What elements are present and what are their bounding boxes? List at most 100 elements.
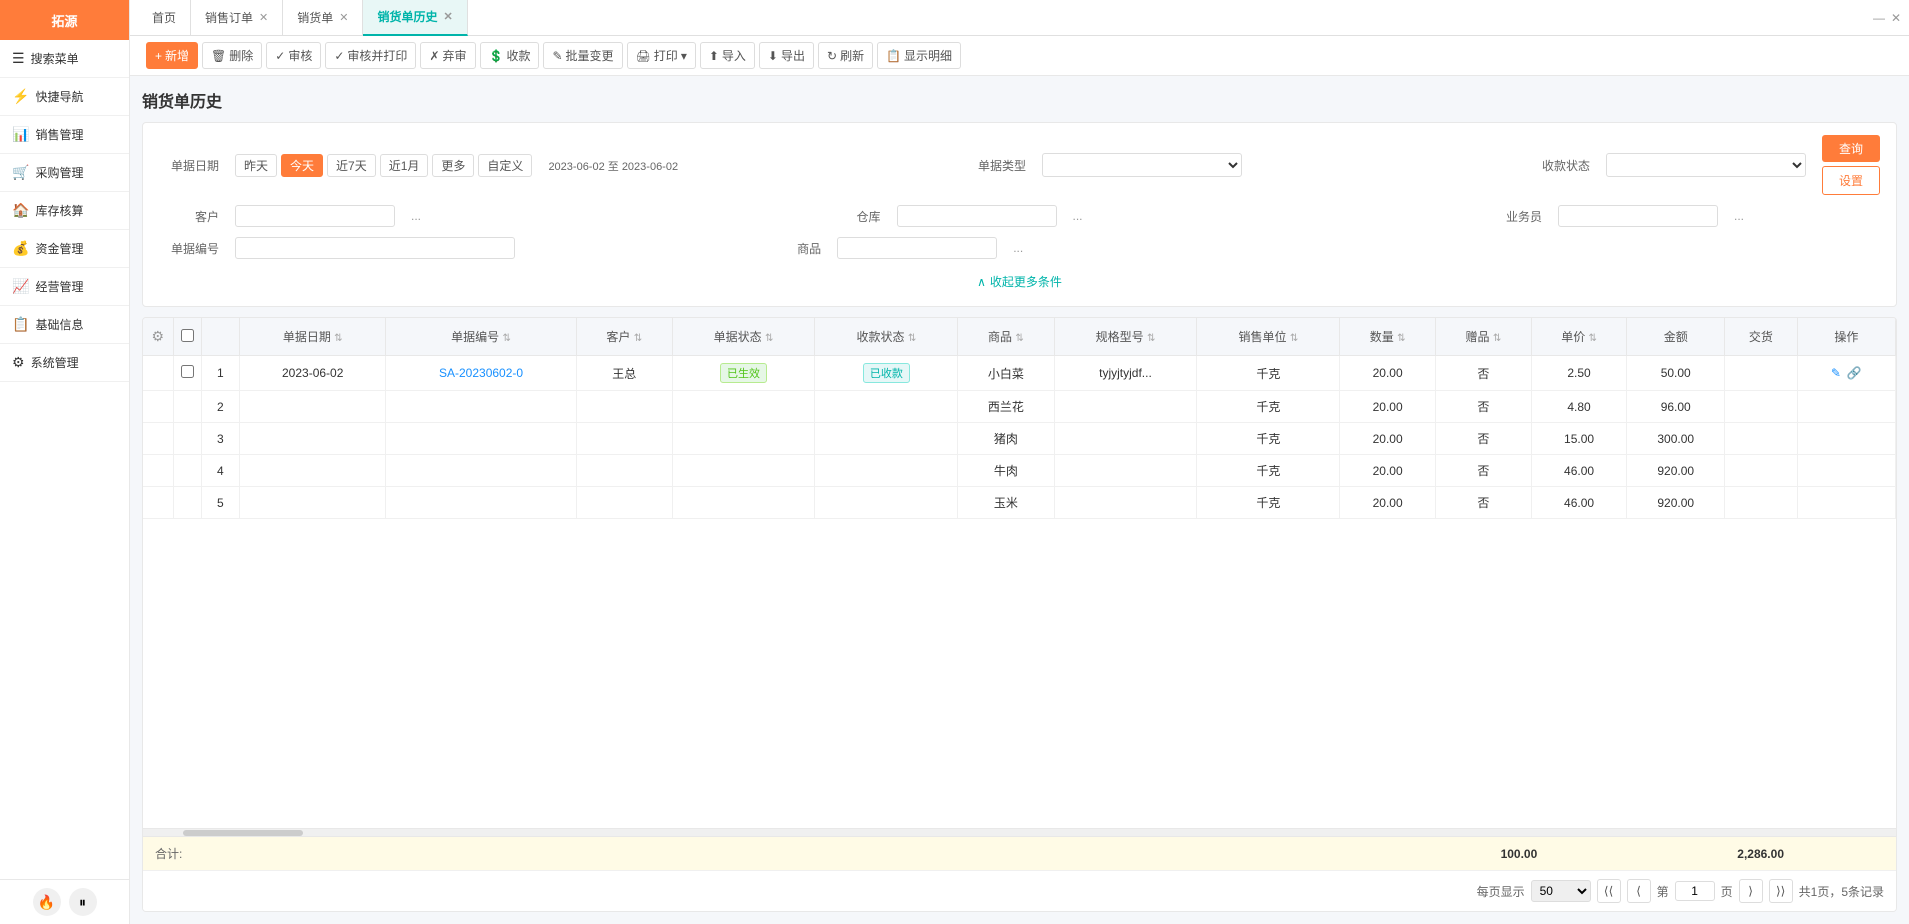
warehouse-input[interactable] [897,205,1057,227]
column-settings-button[interactable]: ⚙ [149,326,166,347]
salesperson-dots[interactable]: ... [1734,209,1744,223]
sidebar-item-sales-mgmt[interactable]: 📊 销售管理 [0,116,129,154]
link-icon[interactable]: 🔗 [1847,366,1862,380]
window-close-icon[interactable]: ✕ [1891,11,1901,25]
col-customer[interactable]: 客户 ⇅ [576,318,672,356]
date-btn-7days[interactable]: 近7天 [327,154,376,177]
cell-spec [1054,423,1197,455]
cell-doc-no[interactable] [386,455,577,487]
sidebar-item-purchase-mgmt[interactable]: 🛒 采购管理 [0,154,129,192]
col-gift[interactable]: 赠品 ⇅ [1435,318,1531,356]
cell-doc-no[interactable]: SA-20230602-0 [386,356,577,391]
sidebar-item-system-mgmt[interactable]: ⚙ 系统管理 [0,344,129,382]
tab-home[interactable]: 首页 [138,0,191,36]
tab-close-sales-delivery[interactable]: ✕ [339,11,348,24]
tab-close-sales-history[interactable]: ✕ [444,10,453,23]
col-date[interactable]: 单据日期 ⇅ [240,318,386,356]
table-section: ⚙ 单据日期 ⇅ 单据编号 [142,317,1897,912]
filter-collapse[interactable]: ∧ 收起更多条件 [159,269,1880,294]
export-icon: ⬇ [768,49,778,63]
cell-gear [143,455,173,487]
col-goods[interactable]: 商品 ⇅ [958,318,1054,356]
edit-icon[interactable]: ✎ [1831,366,1841,380]
col-unit-price[interactable]: 单价 ⇅ [1531,318,1627,356]
sidebar-item-inventory[interactable]: 🏠 库存核算 [0,192,129,230]
sidebar-item-search-menu[interactable]: ☰ 搜索菜单 [0,40,129,78]
doc-no-link[interactable]: SA-20230602-0 [439,366,523,380]
cell-doc-no[interactable] [386,391,577,423]
sidebar-item-finance[interactable]: 💰 资金管理 [0,230,129,268]
date-btn-yesterday[interactable]: 昨天 [235,154,277,177]
sidebar-item-operations[interactable]: 📈 经营管理 [0,268,129,306]
collect-status-badge: 已收款 [863,363,910,383]
setting-button[interactable]: 设置 [1822,166,1880,195]
table-scroll[interactable]: ⚙ 单据日期 ⇅ 单据编号 [143,318,1896,828]
cell-doc-no[interactable] [386,487,577,519]
cell-unit: 千克 [1197,423,1340,455]
goods-input[interactable] [837,237,997,259]
col-collect-status[interactable]: 收款状态 ⇅ [815,318,958,356]
print-button[interactable]: 🖨 打印 ▾ [627,42,696,69]
date-btn-1month[interactable]: 近1月 [380,154,429,177]
add-button[interactable]: + 新增 [146,42,198,69]
cell-gift: 否 [1435,455,1531,487]
page-last-button[interactable]: ⟩⟩ [1769,879,1793,903]
date-btn-today[interactable]: 今天 [281,154,323,177]
cell-checkbox[interactable] [173,356,201,391]
query-button[interactable]: 查询 [1822,135,1880,162]
tab-sales-order[interactable]: 销售订单 ✕ [191,0,283,36]
abandon-icon: ✗ [429,49,439,63]
customer-dots[interactable]: ... [411,209,421,223]
scrollbar-thumb[interactable] [183,830,303,836]
doc-type-select[interactable] [1042,153,1242,177]
tab-close-sales-order[interactable]: ✕ [259,11,268,24]
page-first-button[interactable]: ⟨⟨ [1597,879,1621,903]
doc-number-input[interactable] [235,237,515,259]
cell-checkbox[interactable] [173,487,201,519]
pause-button[interactable]: ⏸ [69,888,97,916]
goods-dots[interactable]: ... [1013,241,1023,255]
col-doc-no[interactable]: 单据编号 ⇅ [386,318,577,356]
tab-sales-history[interactable]: 销货单历史 ✕ [363,0,467,36]
cell-doc-no[interactable] [386,423,577,455]
delete-button[interactable]: 🗑 删除 [202,42,262,69]
cell-row-num: 5 [201,487,240,519]
cell-row-num: 4 [201,455,240,487]
salesperson-input[interactable] [1558,205,1718,227]
col-spec[interactable]: 规格型号 ⇅ [1054,318,1197,356]
per-page-select[interactable]: 50 100 200 [1531,880,1591,902]
collect-button[interactable]: 💲 收款 [480,42,540,69]
date-btn-custom[interactable]: 自定义 [478,154,532,177]
page-input[interactable]: 1 [1675,881,1715,901]
fire-button[interactable]: 🔥 [33,888,61,916]
sort-icon-customer: ⇅ [634,333,642,344]
abandon-button[interactable]: ✗ 弃审 [420,42,475,69]
import-button[interactable]: ⬆ 导入 [700,42,755,69]
audit-print-button[interactable]: ✓ 审核并打印 [325,42,416,69]
show-detail-button[interactable]: 📋 显示明细 [877,42,961,69]
sidebar-item-quick-nav[interactable]: ⚡ 快捷导航 [0,78,129,116]
cell-checkbox[interactable] [173,391,201,423]
tab-sales-delivery[interactable]: 销货单 ✕ [283,0,363,36]
collect-status-select[interactable] [1606,153,1806,177]
refresh-button[interactable]: ↻ 刷新 [818,42,873,69]
cell-checkbox[interactable] [173,423,201,455]
col-unit[interactable]: 销售单位 ⇅ [1197,318,1340,356]
window-minimize-icon[interactable]: — [1873,11,1885,25]
col-doc-status[interactable]: 单据状态 ⇅ [672,318,815,356]
date-btn-more[interactable]: 更多 [432,154,474,177]
warehouse-dots[interactable]: ... [1073,209,1083,223]
batch-change-button[interactable]: ✎ 批量变更 [543,42,622,69]
customer-input[interactable] [235,205,395,227]
page-next-button[interactable]: ⟩ [1739,879,1763,903]
audit-button[interactable]: ✓ 审核 [266,42,321,69]
cell-amount: 920.00 [1627,487,1725,519]
sidebar-item-basic-info[interactable]: 📋 基础信息 [0,306,129,344]
cell-checkbox[interactable] [173,455,201,487]
col-qty[interactable]: 数量 ⇅ [1340,318,1436,356]
row-checkbox[interactable] [181,365,194,378]
select-all-checkbox[interactable] [181,329,194,342]
horizontal-scrollbar[interactable] [143,828,1896,836]
export-button[interactable]: ⬇ 导出 [759,42,814,69]
page-prev-button[interactable]: ⟨ [1627,879,1651,903]
